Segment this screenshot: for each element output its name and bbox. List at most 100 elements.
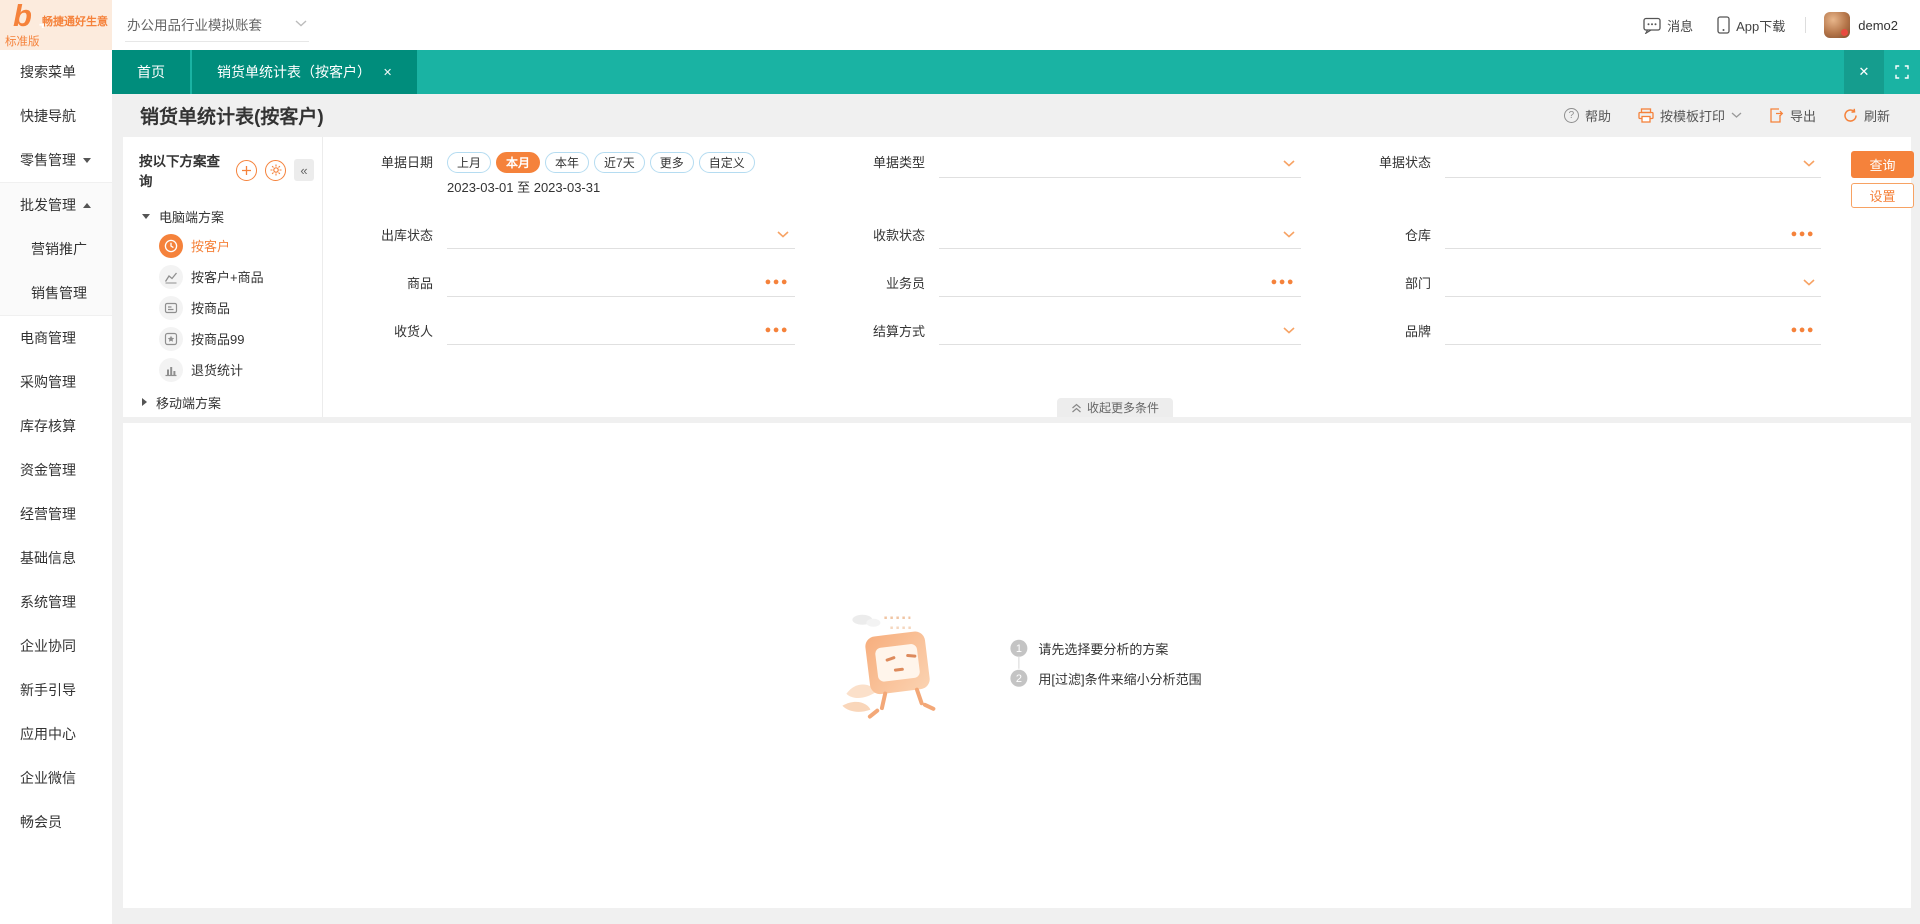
field-doc-type: 单据类型	[837, 152, 1343, 178]
scheme-item-by-goods-99[interactable]: 按商品99	[123, 323, 322, 354]
double-chevron-up-icon	[1072, 403, 1081, 412]
field-department: 部门	[1343, 271, 1821, 297]
sidebar-item-wholesale-mgmt[interactable]: 批发管理	[0, 183, 112, 227]
sidebar-item-app-center[interactable]: 应用中心	[0, 712, 112, 756]
brand-logo[interactable]: b ✚ 畅捷通好生意 标准版	[0, 0, 112, 50]
sidebar-item-operation-mgmt[interactable]: 经营管理	[0, 492, 112, 536]
warehouse-picker[interactable]: ●●●	[1445, 223, 1821, 249]
line-chart-icon	[159, 264, 183, 289]
sidebar-item-marketing[interactable]: 营销推广	[0, 227, 112, 271]
settlement-select[interactable]	[939, 319, 1301, 345]
tab-sales-report-active[interactable]: 销货单统计表（按客户） ✕	[192, 50, 418, 94]
sidebar-item-ecommerce-mgmt[interactable]: 电商管理	[0, 316, 112, 360]
scheme-panel: 按以下方案查询 « 电脑端方案 按客户 按客户+商品 按商品 按商品99 退货统…	[123, 137, 323, 417]
app-download-button[interactable]: App下载	[1717, 16, 1785, 35]
salesman-picker[interactable]: ●●●	[939, 271, 1301, 297]
step-text: 请先选择要分析的方案	[1038, 641, 1169, 657]
date-option-last-month[interactable]: 上月	[447, 152, 492, 173]
goods-picker[interactable]: ●●●	[447, 271, 795, 297]
field-outbound-status: 出库状态	[345, 223, 837, 249]
ellipsis-icon: ●●●	[1270, 276, 1295, 288]
chevron-down-icon	[777, 231, 789, 238]
sidebar-item-basic-info[interactable]: 基础信息	[0, 536, 112, 580]
clock-icon	[159, 233, 183, 258]
sidebar-item-system-mgmt[interactable]: 系统管理	[0, 580, 112, 624]
star-icon	[159, 326, 183, 351]
scheme-panel-title: 按以下方案查询	[139, 154, 220, 189]
filter-panel: 按以下方案查询 « 电脑端方案 按客户 按客户+商品 按商品 按商品99 退货统…	[123, 137, 1914, 417]
bar-chart-icon	[159, 357, 183, 382]
tree-expander-down-icon	[142, 213, 150, 219]
chevron-up-icon	[83, 202, 91, 208]
brand-logo-icon: b ✚	[13, 0, 47, 33]
ellipsis-icon: ●●●	[764, 324, 789, 336]
chevron-down-icon	[83, 157, 91, 163]
department-select[interactable]	[1445, 271, 1821, 297]
sidebar-item-chang-member[interactable]: 畅会员	[0, 800, 112, 844]
sidebar-item-purchase-mgmt[interactable]: 采购管理	[0, 360, 112, 404]
tree-group-pc[interactable]: 电脑端方案	[123, 202, 322, 230]
user-avatar[interactable]	[1824, 12, 1851, 38]
date-option-this-year[interactable]: 本年	[545, 152, 590, 173]
scheme-settings-button[interactable]	[265, 159, 286, 181]
refresh-icon	[1844, 108, 1857, 122]
close-icon[interactable]: ✕	[1844, 50, 1884, 94]
chevron-down-icon	[1283, 231, 1295, 238]
doc-status-select[interactable]	[1445, 152, 1821, 178]
sidebar-item-funds-mgmt[interactable]: 资金管理	[0, 448, 112, 492]
date-filter: 上月 本月 本年 近7天 更多 自定义 2023-03-01 至 2023-03…	[447, 152, 760, 196]
sidebar-item-newbie-guide[interactable]: 新手引导	[0, 668, 112, 712]
print-by-template-button[interactable]: 按模板打印	[1638, 106, 1742, 125]
export-button[interactable]: 导出	[1769, 106, 1816, 125]
date-range-value[interactable]: 2023-03-01 至 2023-03-31	[447, 177, 760, 196]
date-option-more[interactable]: 更多	[649, 152, 694, 173]
field-label: 品牌	[1404, 324, 1431, 339]
chevron-down-icon	[1803, 279, 1815, 286]
refresh-button[interactable]: 刷新	[1843, 106, 1890, 125]
scheme-item-by-customer-goods[interactable]: 按客户+商品	[123, 261, 322, 292]
fullscreen-icon[interactable]	[1884, 50, 1920, 94]
payment-status-select[interactable]	[939, 223, 1301, 249]
consignee-picker[interactable]: ●●●	[447, 319, 795, 345]
sidebar-item-search-menu[interactable]: 搜索菜单	[0, 50, 112, 94]
scheme-item-by-goods[interactable]: 按商品	[123, 292, 322, 323]
sidebar-item-retail-mgmt[interactable]: 零售管理	[0, 138, 112, 182]
main-area: 办公用品行业模拟账套 消息 App下载 demo2 首页 销货单统计表（按客户）…	[112, 0, 1920, 924]
chevron-down-icon	[1283, 327, 1295, 334]
help-button[interactable]: ? 帮助	[1563, 106, 1611, 125]
date-option-this-month[interactable]: 本月	[496, 152, 541, 173]
empty-mascot-illustration	[842, 614, 936, 719]
messages-button[interactable]: 消息	[1643, 16, 1693, 35]
sidebar-item-quick-nav[interactable]: 快捷导航	[0, 94, 112, 138]
date-option-custom[interactable]: 自定义	[698, 152, 755, 173]
printer-icon	[1638, 108, 1654, 123]
field-label: 出库状态	[380, 228, 433, 243]
collapse-scheme-panel-button[interactable]: «	[294, 159, 314, 181]
query-button[interactable]: 查询	[1851, 151, 1914, 178]
username[interactable]: demo2	[1858, 18, 1898, 33]
filter-row-1: 单据日期 上月 本月 本年 近7天 更多 自定义 2023-03-01 至 20…	[345, 152, 1821, 212]
sidebar-item-sales-mgmt[interactable]: 销售管理	[0, 271, 112, 315]
collapse-more-conditions-button[interactable]: 收起更多条件	[1056, 398, 1174, 417]
date-option-last-7-days[interactable]: 近7天	[594, 152, 645, 173]
field-consignee: 收货人 ●●●	[345, 319, 837, 345]
report-content-panel: 1 请先选择要分析的方案 2 用[过滤]条件来缩小分析范围	[123, 423, 1911, 908]
plus-icon	[242, 165, 251, 175]
add-scheme-button[interactable]	[236, 159, 257, 181]
brand-picker[interactable]: ●●●	[1445, 319, 1821, 345]
sidebar-item-enterprise-collab[interactable]: 企业协同	[0, 624, 112, 668]
ellipsis-icon: ●●●	[764, 276, 789, 288]
sidebar-item-wecom[interactable]: 企业微信	[0, 756, 112, 800]
sidebar-item-inventory-accounting[interactable]: 库存核算	[0, 404, 112, 448]
settings-button[interactable]: 设置	[1851, 183, 1914, 208]
outbound-status-select[interactable]	[447, 223, 795, 249]
scheme-item-returns-stats[interactable]: 退货统计	[123, 354, 322, 385]
gear-icon	[270, 164, 281, 176]
close-tab-icon[interactable]: ✕	[383, 66, 392, 79]
tab-home[interactable]: 首页	[112, 50, 190, 94]
scheme-item-by-customer[interactable]: 按客户	[123, 230, 322, 261]
account-set-selector[interactable]: 办公用品行业模拟账套	[125, 9, 309, 42]
tree-group-mobile[interactable]: 移动端方案	[123, 388, 322, 416]
scheme-tree: 电脑端方案 按客户 按客户+商品 按商品 按商品99 退货统计 移动端方案	[123, 196, 322, 416]
doc-type-select[interactable]	[939, 152, 1301, 178]
